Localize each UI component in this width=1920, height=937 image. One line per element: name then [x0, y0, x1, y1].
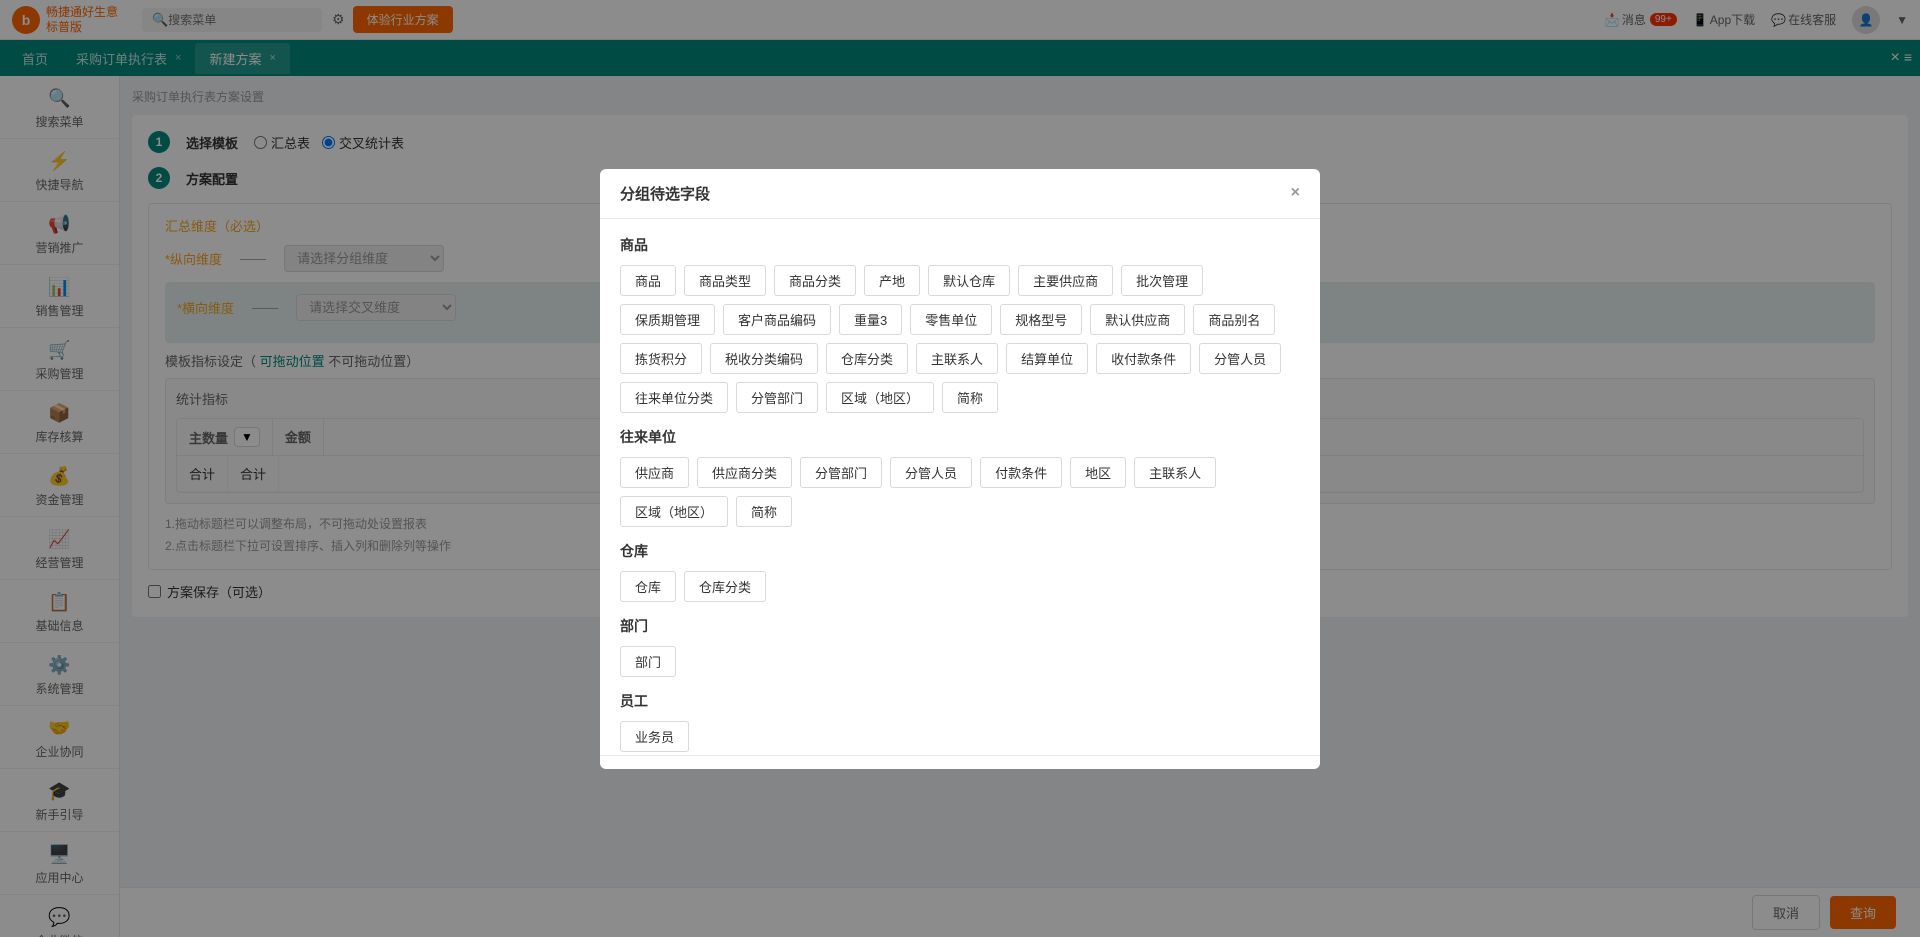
field-tag[interactable]: 分管人员: [1199, 343, 1281, 374]
field-tags-partners: 供应商 供应商分类 分管部门 分管人员 付款条件 地区 主联系人 区域（地区） …: [620, 457, 1300, 527]
field-tag[interactable]: 主要供应商: [1018, 265, 1113, 296]
section-title-partners: 往来单位: [620, 427, 1300, 447]
field-tag[interactable]: 分管人员: [890, 457, 972, 488]
modal-title: 分组待选字段: [620, 183, 710, 204]
field-tag[interactable]: 规格型号: [1000, 304, 1082, 335]
modal-header: 分组待选字段 ×: [600, 169, 1320, 219]
section-title-dept: 部门: [620, 616, 1300, 636]
section-title-warehouse: 仓库: [620, 541, 1300, 561]
field-tags-dept: 部门: [620, 646, 1300, 677]
field-tag[interactable]: 默认仓库: [928, 265, 1010, 296]
field-tag[interactable]: 商品别名: [1193, 304, 1275, 335]
field-tag[interactable]: 简称: [942, 382, 998, 413]
field-tag[interactable]: 付款条件: [980, 457, 1062, 488]
field-tag[interactable]: 保质期管理: [620, 304, 715, 335]
field-tag[interactable]: 仓库分类: [826, 343, 908, 374]
field-tag[interactable]: 商品分类: [774, 265, 856, 296]
field-tag[interactable]: 区域（地区）: [826, 382, 934, 413]
field-tag[interactable]: 拣货积分: [620, 343, 702, 374]
field-tag[interactable]: 客户商品编码: [723, 304, 831, 335]
field-tag[interactable]: 收付款条件: [1096, 343, 1191, 374]
modal-dialog: 分组待选字段 × 商品 商品 商品类型 商品分类 产地 默认仓库 主要供应商 批…: [600, 169, 1320, 769]
modal-hscroll[interactable]: [600, 755, 1320, 769]
field-tag[interactable]: 税收分类编码: [710, 343, 818, 374]
field-tag[interactable]: 供应商: [620, 457, 689, 488]
field-tag[interactable]: 简称: [736, 496, 792, 527]
field-tag[interactable]: 仓库分类: [684, 571, 766, 602]
field-tag[interactable]: 批次管理: [1121, 265, 1203, 296]
field-tag[interactable]: 重量3: [839, 304, 902, 335]
field-tag[interactable]: 分管部门: [736, 382, 818, 413]
section-title-staff: 员工: [620, 691, 1300, 711]
field-tags-staff: 业务员: [620, 721, 1300, 752]
field-tag[interactable]: 结算单位: [1006, 343, 1088, 374]
field-tag[interactable]: 分管部门: [800, 457, 882, 488]
field-tag[interactable]: 默认供应商: [1090, 304, 1185, 335]
field-tags-goods: 商品 商品类型 商品分类 产地 默认仓库 主要供应商 批次管理 保质期管理 客户…: [620, 265, 1300, 413]
field-tag[interactable]: 主联系人: [916, 343, 998, 374]
modal-close-button[interactable]: ×: [1291, 184, 1300, 202]
field-tag[interactable]: 仓库: [620, 571, 676, 602]
section-title-goods: 商品: [620, 235, 1300, 255]
field-tag[interactable]: 供应商分类: [697, 457, 792, 488]
field-tags-warehouse: 仓库 仓库分类: [620, 571, 1300, 602]
field-tag[interactable]: 零售单位: [910, 304, 992, 335]
field-tag[interactable]: 产地: [864, 265, 920, 296]
field-tag[interactable]: 业务员: [620, 721, 689, 752]
modal-body: 商品 商品 商品类型 商品分类 产地 默认仓库 主要供应商 批次管理 保质期管理…: [600, 219, 1320, 755]
field-tag[interactable]: 地区: [1070, 457, 1126, 488]
field-tag[interactable]: 往来单位分类: [620, 382, 728, 413]
field-tag[interactable]: 主联系人: [1134, 457, 1216, 488]
field-tag[interactable]: 区域（地区）: [620, 496, 728, 527]
field-tag[interactable]: 商品: [620, 265, 676, 296]
modal-overlay: 分组待选字段 × 商品 商品 商品类型 商品分类 产地 默认仓库 主要供应商 批…: [0, 0, 1920, 937]
field-tag[interactable]: 部门: [620, 646, 676, 677]
field-tag[interactable]: 商品类型: [684, 265, 766, 296]
